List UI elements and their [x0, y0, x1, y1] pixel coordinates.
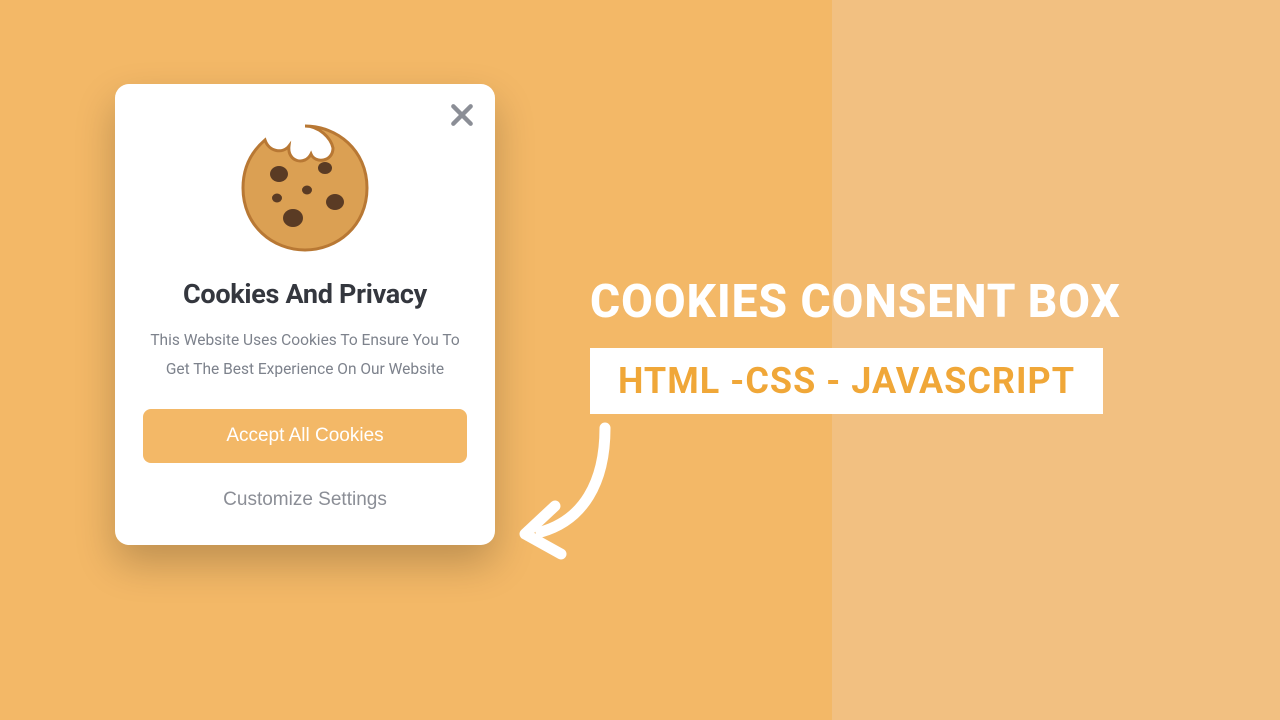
close-icon[interactable]: [449, 102, 475, 128]
cookie-icon: [235, 118, 375, 258]
customize-settings-button[interactable]: Customize Settings: [143, 483, 467, 515]
consent-title: Cookies And Privacy: [183, 278, 427, 310]
arrow-icon: [513, 428, 613, 563]
page-headline: COOKIES CONSENT BOX: [590, 275, 1121, 329]
consent-description: This Website Uses Cookies To Ensure You …: [143, 326, 467, 383]
accept-all-cookies-button[interactable]: Accept All Cookies: [143, 409, 467, 463]
cookie-consent-box: Cookies And Privacy This Website Uses Co…: [115, 84, 495, 545]
page-subheadline: HTML -CSS - JAVASCRIPT: [590, 348, 1103, 414]
